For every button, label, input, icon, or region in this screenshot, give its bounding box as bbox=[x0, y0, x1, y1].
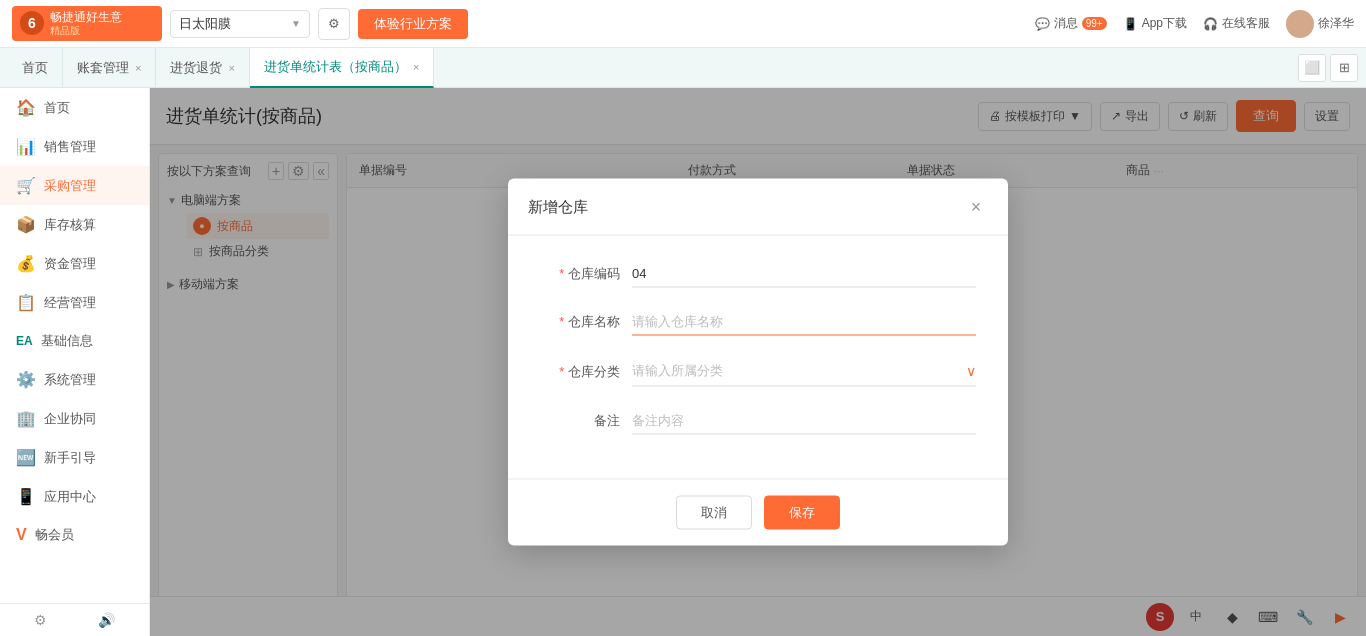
select-arrow-icon: ∨ bbox=[966, 363, 976, 379]
tab-close-purchase-stats[interactable]: × bbox=[413, 61, 419, 73]
tab-close-purchase-returns[interactable]: × bbox=[228, 62, 234, 74]
sidebar-item-enterprise[interactable]: 🏢 企业协同 bbox=[0, 399, 149, 438]
logo-icon: 6 bbox=[20, 11, 44, 35]
sidebar-sound-icon[interactable]: 🔊 bbox=[98, 612, 115, 628]
dialog-title: 新增仓库 bbox=[528, 197, 588, 216]
warehouse-name-input[interactable] bbox=[632, 308, 976, 336]
sidebar-item-vip[interactable]: V 畅会员 bbox=[0, 516, 149, 554]
sidebar-item-basic-info[interactable]: EA 基础信息 bbox=[0, 322, 149, 360]
app-center-icon: 📱 bbox=[16, 487, 36, 506]
sidebar-item-finance[interactable]: 💰 资金管理 bbox=[0, 244, 149, 283]
app-download-button[interactable]: 📱 App下载 bbox=[1123, 15, 1187, 32]
tab-accounts[interactable]: 账套管理 × bbox=[63, 48, 156, 88]
tab-purchase-returns[interactable]: 进货退货 × bbox=[156, 48, 249, 88]
tab-expand-button[interactable]: ⊞ bbox=[1330, 54, 1358, 82]
content-area: 进货单统计(按商品) 🖨 按模板打印 ▼ ↗ 导出 ↺ 刷新 查询 设置 bbox=[150, 88, 1366, 636]
logo-text: 畅捷通好生意 精品版 bbox=[50, 10, 122, 36]
sidebar-item-home[interactable]: 🏠 首页 bbox=[0, 88, 149, 127]
avatar bbox=[1286, 10, 1314, 38]
tab-close-accounts[interactable]: × bbox=[135, 62, 141, 74]
beginner-icon: 🆕 bbox=[16, 448, 36, 467]
sidebar-item-purchase[interactable]: 🛒 采购管理 bbox=[0, 166, 149, 205]
dialog-footer: 取消 保存 bbox=[508, 479, 1008, 546]
finance-icon: 💰 bbox=[16, 254, 36, 273]
sidebar-settings-icon[interactable]: ⚙ bbox=[34, 612, 47, 628]
cancel-button[interactable]: 取消 bbox=[676, 496, 752, 530]
operations-icon: 📋 bbox=[16, 293, 36, 312]
messages-button[interactable]: 💬 消息 99+ bbox=[1035, 15, 1107, 32]
home-icon: 🏠 bbox=[16, 98, 36, 117]
top-header: 6 畅捷通好生意 精品版 日太阳膜 ▼ ⚙ 体验行业方案 💬 消息 99+ 📱 … bbox=[0, 0, 1366, 48]
vip-icon: V bbox=[16, 526, 27, 544]
dialog-body: 仓库编码 仓库名称 仓库分类 请输入所属分类 ∨ bbox=[508, 236, 1008, 479]
sidebar-item-beginner[interactable]: 🆕 新手引导 bbox=[0, 438, 149, 477]
headset-icon: 🎧 bbox=[1203, 17, 1218, 31]
inventory-icon: 📦 bbox=[16, 215, 36, 234]
user-profile[interactable]: 徐泽华 bbox=[1286, 10, 1354, 38]
sidebar: 🏠 首页 📊 销售管理 🛒 采购管理 📦 库存核算 💰 资金管理 📋 经营管理 … bbox=[0, 88, 150, 636]
chevron-down-icon: ▼ bbox=[291, 18, 301, 29]
dialog-header: 新增仓库 × bbox=[508, 179, 1008, 236]
enterprise-icon: 🏢 bbox=[16, 409, 36, 428]
new-warehouse-dialog: 新增仓库 × 仓库编码 仓库名称 仓库分类 请输入所属分 bbox=[508, 179, 1008, 546]
sidebar-item-app-center[interactable]: 📱 应用中心 bbox=[0, 477, 149, 516]
store-selector[interactable]: 日太阳膜 ▼ bbox=[170, 10, 310, 38]
settings-gear-icon[interactable]: ⚙ bbox=[318, 8, 350, 40]
sidebar-item-inventory[interactable]: 📦 库存核算 bbox=[0, 205, 149, 244]
warehouse-name-row: 仓库名称 bbox=[540, 308, 976, 336]
remarks-input[interactable] bbox=[632, 407, 976, 435]
header-right: 💬 消息 99+ 📱 App下载 🎧 在线客服 徐泽华 bbox=[1035, 10, 1354, 38]
tab-purchase-stats[interactable]: 进货单统计表（按商品） × bbox=[250, 48, 434, 88]
sidebar-bottom: ⚙ 🔊 bbox=[0, 603, 149, 636]
remarks-row: 备注 bbox=[540, 407, 976, 435]
trial-button[interactable]: 体验行业方案 bbox=[358, 9, 468, 39]
warehouse-category-select[interactable]: 请输入所属分类 ∨ bbox=[632, 356, 976, 387]
message-icon: 💬 bbox=[1035, 17, 1050, 31]
message-badge: 99+ bbox=[1082, 17, 1107, 30]
tab-restore-button[interactable]: ⬜ bbox=[1298, 54, 1326, 82]
sales-icon: 📊 bbox=[16, 137, 36, 156]
customer-service-button[interactable]: 🎧 在线客服 bbox=[1203, 15, 1270, 32]
system-icon: ⚙️ bbox=[16, 370, 36, 389]
warehouse-code-label: 仓库编码 bbox=[540, 265, 620, 283]
save-button[interactable]: 保存 bbox=[764, 496, 840, 530]
warehouse-name-label: 仓库名称 bbox=[540, 313, 620, 331]
basic-info-icon: EA bbox=[16, 334, 33, 348]
tab-bar: 首页 账套管理 × 进货退货 × 进货单统计表（按商品） × ⬜ ⊞ bbox=[0, 48, 1366, 88]
tab-actions: ⬜ ⊞ bbox=[1298, 54, 1358, 82]
warehouse-category-label: 仓库分类 bbox=[540, 362, 620, 380]
logo-area: 6 畅捷通好生意 精品版 bbox=[12, 6, 162, 40]
phone-icon: 📱 bbox=[1123, 17, 1138, 31]
purchase-icon: 🛒 bbox=[16, 176, 36, 195]
tab-home[interactable]: 首页 bbox=[8, 48, 63, 88]
main-layout: 🏠 首页 📊 销售管理 🛒 采购管理 📦 库存核算 💰 资金管理 📋 经营管理 … bbox=[0, 88, 1366, 636]
sidebar-item-system[interactable]: ⚙️ 系统管理 bbox=[0, 360, 149, 399]
sidebar-item-sales[interactable]: 📊 销售管理 bbox=[0, 127, 149, 166]
warehouse-code-input[interactable] bbox=[632, 260, 976, 288]
warehouse-category-row: 仓库分类 请输入所属分类 ∨ bbox=[540, 356, 976, 387]
sidebar-item-operations[interactable]: 📋 经营管理 bbox=[0, 283, 149, 322]
remarks-label: 备注 bbox=[540, 412, 620, 430]
warehouse-code-row: 仓库编码 bbox=[540, 260, 976, 288]
dialog-close-button[interactable]: × bbox=[964, 195, 988, 219]
